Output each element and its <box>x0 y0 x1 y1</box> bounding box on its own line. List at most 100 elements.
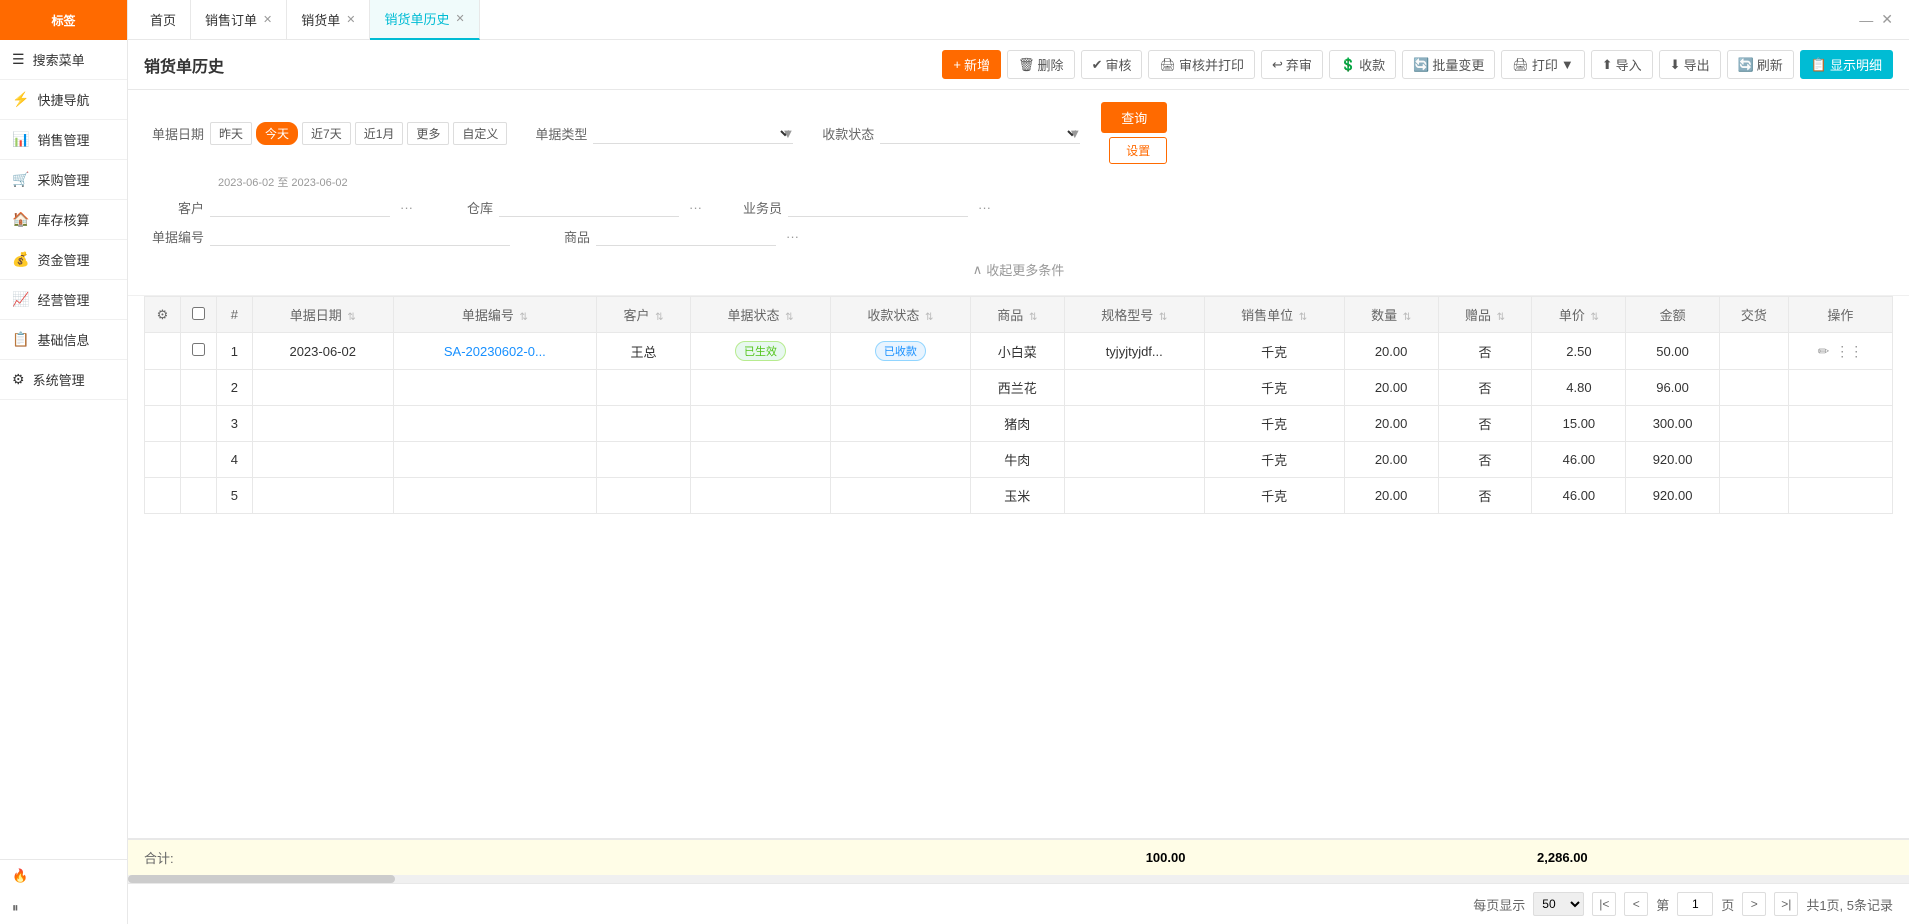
add-button[interactable]: + 新增 <box>942 50 1001 79</box>
row-1-customer: 王总 <box>597 333 691 370</box>
refresh-button[interactable]: 🔄 刷新 <box>1727 50 1794 79</box>
select-all-checkbox[interactable] <box>192 307 205 320</box>
print-button[interactable]: 🖨 打印 ▼ <box>1501 50 1584 79</box>
sidebar-bottom-item-1[interactable]: 🔥 <box>0 860 127 892</box>
more-conditions-toggle[interactable]: ∧ 收起更多条件 <box>144 256 1893 283</box>
tab-sales-history[interactable]: 销货单历史 ✕ <box>370 0 479 40</box>
batch-change-button[interactable]: 🔄 批量变更 <box>1402 50 1495 79</box>
warehouse-picker-icon[interactable]: ··· <box>689 200 702 215</box>
tab-home[interactable]: 首页 <box>136 0 191 40</box>
sidebar-item-fund-mgmt[interactable]: 💰 资金管理 <box>0 240 127 280</box>
sidebar-item-basic-info[interactable]: 📋 基础信息 <box>0 320 127 360</box>
date-today[interactable]: 今天 <box>256 122 298 145</box>
col-payment-status[interactable]: 收款状态 ⇅ <box>830 297 970 333</box>
horizontal-scrollbar[interactable] <box>128 875 1909 883</box>
col-doc-status[interactable]: 单据状态 ⇅ <box>690 297 830 333</box>
import-button[interactable]: ⬆ 导入 <box>1591 50 1653 79</box>
row-1-more-icon[interactable]: ⋮⋮ <box>1835 343 1863 360</box>
audit-print-button[interactable]: 🖨 审核并打印 <box>1148 50 1255 79</box>
goods-input[interactable] <box>596 227 776 246</box>
page-number-input[interactable] <box>1677 892 1713 916</box>
page-unit: 页 <box>1721 895 1734 914</box>
col-gift[interactable]: 赠品 ⇅ <box>1438 297 1532 333</box>
sidebar-item-inventory-calc[interactable]: 🏠 库存核算 <box>0 200 127 240</box>
salesperson-picker-icon[interactable]: ··· <box>978 200 991 215</box>
warehouse-input[interactable] <box>499 198 679 217</box>
sidebar-item-ops-mgmt[interactable]: 📈 经营管理 <box>0 280 127 320</box>
date-7days[interactable]: 近7天 <box>302 122 351 145</box>
page-first-btn[interactable]: |< <box>1592 892 1616 916</box>
row-1-expand <box>145 333 181 370</box>
col-goods[interactable]: 商品 ⇅ <box>970 297 1064 333</box>
query-button[interactable]: 查询 <box>1101 102 1167 133</box>
sidebar-bottom-item-2[interactable]: ⏸ <box>0 892 127 924</box>
date-yesterday[interactable]: 昨天 <box>210 122 252 145</box>
sidebar-item-search-menu[interactable]: ☰ 搜索菜单 <box>0 40 127 80</box>
scrollbar-thumb[interactable] <box>128 875 395 883</box>
customer-picker-icon[interactable]: ··· <box>400 200 413 215</box>
sidebar-item-label: 采购管理 <box>37 170 89 189</box>
audit-button[interactable]: ✔ 审核 <box>1081 50 1143 79</box>
row-1-amount: 50.00 <box>1626 333 1719 370</box>
col-settings[interactable]: ⚙ <box>145 297 181 333</box>
sidebar-item-sys-mgmt[interactable]: ⚙ 系统管理 <box>0 360 127 400</box>
tab-sales-order[interactable]: 销售订单 ✕ <box>191 0 287 40</box>
row-3-gift: 否 <box>1438 406 1532 442</box>
col-unit-price[interactable]: 单价 ⇅ <box>1532 297 1626 333</box>
delete-icon: 🗑 <box>1018 57 1035 73</box>
window-minimize-icon[interactable]: — <box>1859 12 1873 28</box>
row-1-edit-icon[interactable]: ✏ <box>1818 343 1830 360</box>
date-more[interactable]: 更多 <box>407 122 449 145</box>
col-spec[interactable]: 规格型号 ⇅ <box>1064 297 1204 333</box>
salesperson-input[interactable] <box>788 198 968 217</box>
goods-picker-icon[interactable]: ··· <box>786 229 799 244</box>
row-3-doc-status <box>690 406 830 442</box>
page-title: 销货单历史 <box>144 53 224 77</box>
customer-input[interactable] <box>210 198 390 217</box>
tab-sales-order-close[interactable]: ✕ <box>263 13 272 26</box>
sidebar-item-sales-mgmt[interactable]: 📊 销售管理 <box>0 120 127 160</box>
date-custom[interactable]: 自定义 <box>453 122 507 145</box>
pagination: 每页显示 10 20 50 100 |< < 第 页 > >| 共1页, 5条记… <box>128 883 1909 924</box>
row-1-checkbox[interactable] <box>192 343 205 356</box>
sort-spec-icon: ⇅ <box>1159 312 1167 323</box>
doc-number-input[interactable] <box>210 227 510 246</box>
collect-button[interactable]: 💲 收款 <box>1329 50 1396 79</box>
date-1month[interactable]: 近1月 <box>355 122 404 145</box>
row-3-check <box>181 406 217 442</box>
row-1-unit-price: 2.50 <box>1532 333 1626 370</box>
col-customer[interactable]: 客户 ⇅ <box>597 297 691 333</box>
delete-button[interactable]: 🗑 删除 <box>1007 50 1075 79</box>
row-3-payment-status <box>830 406 970 442</box>
page-prev-btn[interactable]: < <box>1624 892 1648 916</box>
row-1-gift: 否 <box>1438 333 1532 370</box>
row-2-unit: 千克 <box>1204 370 1344 406</box>
date-label: 单据日期 <box>144 124 204 143</box>
sidebar: 标签 ☰ 搜索菜单 ⚡ 快捷导航 📊 销售管理 🛒 采购管理 🏠 库存核算 💰 … <box>0 0 128 924</box>
col-doc-number[interactable]: 单据编号 ⇅ <box>393 297 596 333</box>
payment-status-dropdown-icon: ▼ <box>1068 126 1081 141</box>
customer-label: 客户 <box>144 198 204 217</box>
page-next-btn[interactable]: > <box>1742 892 1766 916</box>
tab-sales-delivery[interactable]: 销货单 ✕ <box>287 0 370 40</box>
col-doc-date[interactable]: 单据日期 ⇅ <box>252 297 393 333</box>
window-close-icon[interactable]: ✕ <box>1881 11 1893 28</box>
tab-sales-history-close[interactable]: ✕ <box>456 12 465 25</box>
row-2-unit-price: 4.80 <box>1532 370 1626 406</box>
sidebar-item-purchase-mgmt[interactable]: 🛒 采购管理 <box>0 160 127 200</box>
sidebar-item-quick-nav[interactable]: ⚡ 快捷导航 <box>0 80 127 120</box>
settings-button[interactable]: 设置 <box>1109 137 1167 164</box>
page-last-btn[interactable]: >| <box>1774 892 1798 916</box>
col-unit[interactable]: 销售单位 ⇅ <box>1204 297 1344 333</box>
doc-type-select[interactable] <box>593 123 793 144</box>
row-3-amount: 300.00 <box>1626 406 1719 442</box>
page-size-select[interactable]: 10 20 50 100 <box>1533 892 1584 916</box>
col-quantity[interactable]: 数量 ⇅ <box>1344 297 1438 333</box>
payment-status-select[interactable] <box>880 123 1080 144</box>
export-button[interactable]: ⬇ 导出 <box>1659 50 1721 79</box>
filter-warehouse: 仓库 ··· <box>433 198 702 217</box>
sys-mgmt-icon: ⚙ <box>12 371 25 388</box>
show-detail-button[interactable]: 📋 显示明细 <box>1800 50 1893 79</box>
abandon-button[interactable]: ↩ 弃审 <box>1261 50 1323 79</box>
tab-sales-delivery-close[interactable]: ✕ <box>346 13 355 26</box>
